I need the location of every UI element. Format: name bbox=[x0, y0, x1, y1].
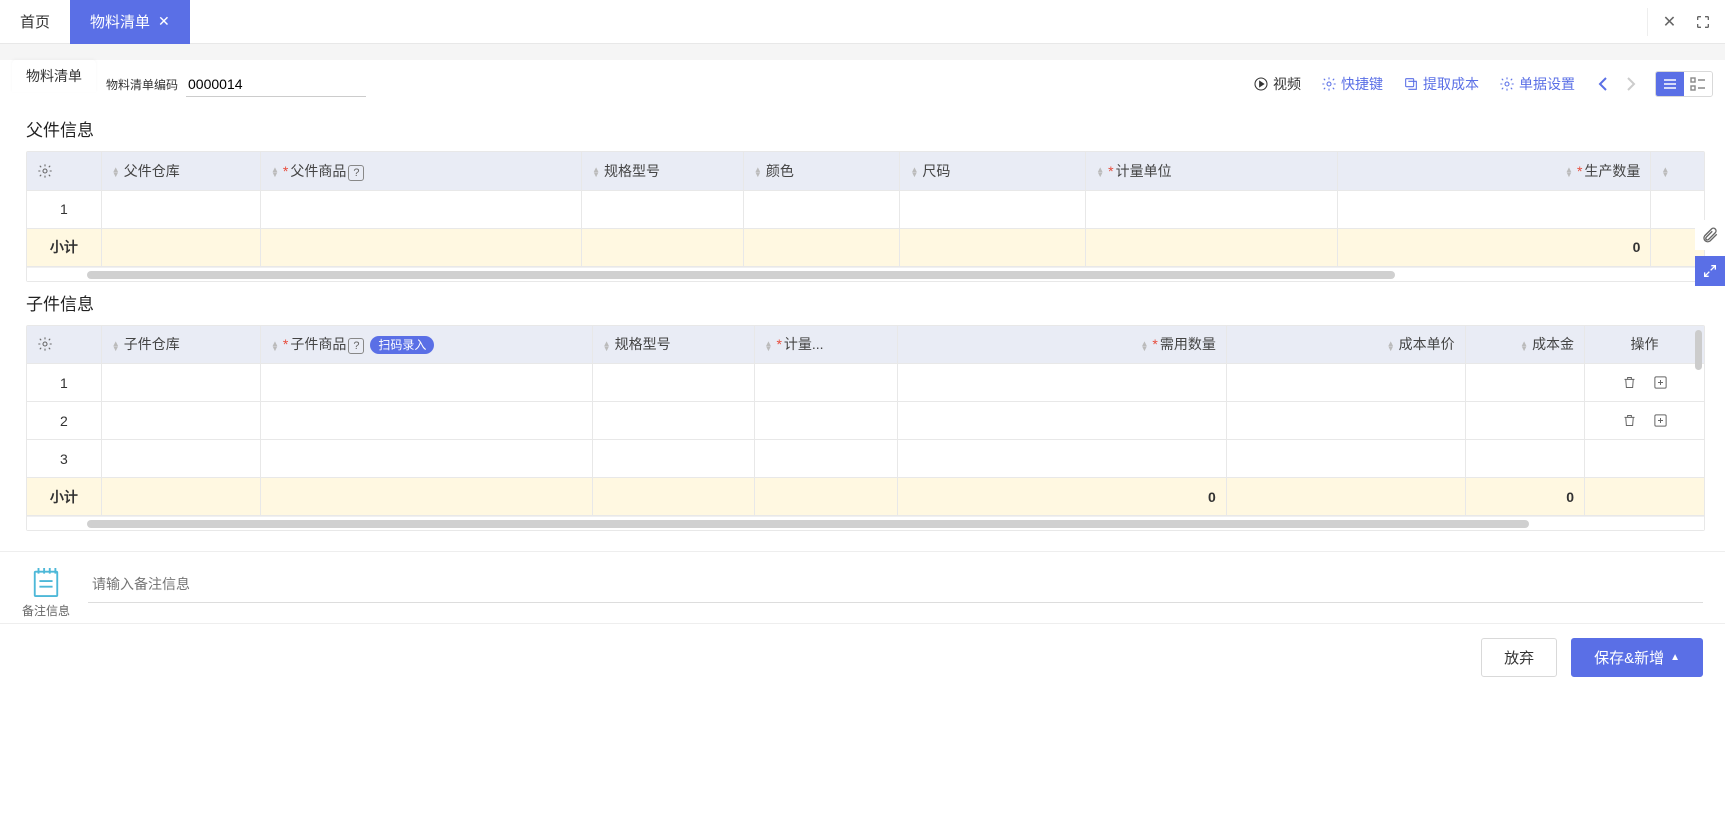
child-section-title: 子件信息 bbox=[26, 282, 1705, 325]
child-col-op: 操作 bbox=[1585, 326, 1704, 364]
page-title: 物料清单 bbox=[12, 60, 96, 92]
sort-icon: ▲▼ bbox=[1387, 341, 1395, 351]
child-col-costprice[interactable]: ▲▼成本单价 bbox=[1226, 326, 1465, 364]
close-icon[interactable]: ✕ bbox=[158, 13, 170, 30]
parent-subtotal-row: 小计 0 bbox=[27, 228, 1704, 266]
table-row[interactable]: 2 bbox=[27, 402, 1704, 440]
child-table: ▲▼子件仓库 ▲▼*子件商品?扫码录入 ▲▼规格型号 ▲▼*计量... ▲▼*需… bbox=[26, 325, 1705, 532]
sort-icon: ▲▼ bbox=[910, 167, 918, 177]
parent-col-spec[interactable]: ▲▼规格型号 bbox=[582, 152, 744, 190]
bom-code-input[interactable] bbox=[186, 72, 366, 97]
prev-record-button[interactable] bbox=[1593, 74, 1613, 94]
list-view-button[interactable] bbox=[1656, 72, 1684, 96]
bom-code-label: 物料清单编码 bbox=[106, 76, 178, 93]
gear-icon bbox=[37, 336, 53, 352]
child-col-product[interactable]: ▲▼*子件商品?扫码录入 bbox=[261, 326, 593, 364]
expand-button[interactable] bbox=[1695, 256, 1725, 286]
gear-icon bbox=[1321, 76, 1337, 92]
right-rail bbox=[1695, 220, 1725, 286]
save-add-button[interactable]: 保存&新增 ▲ bbox=[1571, 638, 1703, 677]
parent-col-unit[interactable]: ▲▼*计量单位 bbox=[1086, 152, 1338, 190]
child-col-costamt[interactable]: ▲▼成本金 bbox=[1465, 326, 1584, 364]
sort-icon: ▲▼ bbox=[754, 167, 762, 177]
parent-table: ▲▼父件仓库 ▲▼*父件商品? ▲▼规格型号 ▲▼颜色 ▲▼尺码 ▲▼*计量单位… bbox=[26, 151, 1705, 282]
next-record-button[interactable] bbox=[1621, 74, 1641, 94]
tabs-bar: 首页 物料清单 ✕ ✕ bbox=[0, 0, 1725, 44]
help-icon[interactable]: ? bbox=[348, 165, 364, 181]
sort-icon: ▲▼ bbox=[1140, 341, 1148, 351]
child-vscroll[interactable] bbox=[1695, 330, 1702, 370]
play-icon bbox=[1253, 76, 1269, 92]
parent-col-extra[interactable]: ▲▼ bbox=[1651, 152, 1704, 190]
chevron-up-icon: ▲ bbox=[1670, 652, 1680, 663]
parent-col-warehouse[interactable]: ▲▼父件仓库 bbox=[101, 152, 260, 190]
parent-col-color[interactable]: ▲▼颜色 bbox=[743, 152, 900, 190]
doc-settings-link[interactable]: 单据设置 bbox=[1499, 74, 1575, 94]
parent-col-size[interactable]: ▲▼尺码 bbox=[900, 152, 1086, 190]
child-col-warehouse[interactable]: ▲▼子件仓库 bbox=[101, 326, 260, 364]
sort-icon: ▲▼ bbox=[271, 341, 279, 351]
extract-cost-link[interactable]: 提取成本 bbox=[1403, 74, 1479, 94]
child-col-needqty[interactable]: ▲▼*需用数量 bbox=[897, 326, 1226, 364]
remarks-input[interactable] bbox=[88, 566, 1703, 603]
child-subtotal-row: 小计 0 0 bbox=[27, 478, 1704, 516]
notes-icon bbox=[31, 566, 61, 598]
parent-col-product[interactable]: ▲▼*父件商品? bbox=[261, 152, 582, 190]
tab-home[interactable]: 首页 bbox=[0, 0, 70, 44]
sort-icon: ▲▼ bbox=[603, 341, 611, 351]
action-bar: 放弃 保存&新增 ▲ bbox=[0, 623, 1725, 691]
add-row-icon[interactable] bbox=[1653, 413, 1668, 428]
help-icon[interactable]: ? bbox=[348, 338, 364, 354]
gear-icon bbox=[37, 163, 53, 179]
fullscreen-icon[interactable] bbox=[1689, 8, 1717, 36]
sort-icon: ▲▼ bbox=[765, 341, 773, 351]
add-row-icon[interactable] bbox=[1653, 375, 1668, 390]
delete-row-icon[interactable] bbox=[1622, 375, 1637, 390]
delete-row-icon[interactable] bbox=[1622, 413, 1637, 428]
table-row[interactable]: 3 bbox=[27, 440, 1704, 478]
parent-section-title: 父件信息 bbox=[26, 108, 1705, 151]
sort-icon: ▲▼ bbox=[1661, 167, 1669, 177]
gear-icon bbox=[1499, 76, 1515, 92]
sort-icon: ▲▼ bbox=[112, 167, 120, 177]
remarks-section: 备注信息 bbox=[0, 551, 1725, 623]
tab-bom-label: 物料清单 bbox=[90, 11, 150, 32]
child-gear-header[interactable] bbox=[27, 326, 101, 364]
sort-icon: ▲▼ bbox=[271, 167, 279, 177]
parent-col-qty[interactable]: ▲▼*生产数量 bbox=[1338, 152, 1651, 190]
child-col-unit[interactable]: ▲▼*计量... bbox=[754, 326, 897, 364]
discard-button[interactable]: 放弃 bbox=[1481, 638, 1557, 677]
header-toolbar: 物料清单 物料清单编码 视频 快捷键 提取成本 单据设置 bbox=[0, 60, 1725, 108]
scan-entry-badge[interactable]: 扫码录入 bbox=[370, 336, 434, 354]
parent-hscroll[interactable] bbox=[27, 267, 1704, 281]
sort-icon: ▲▼ bbox=[112, 341, 120, 351]
shortcut-link[interactable]: 快捷键 bbox=[1321, 74, 1383, 94]
video-link[interactable]: 视频 bbox=[1253, 74, 1301, 94]
child-col-spec[interactable]: ▲▼规格型号 bbox=[592, 326, 754, 364]
divider bbox=[0, 44, 1725, 60]
sort-icon: ▲▼ bbox=[1096, 167, 1104, 177]
card-view-button[interactable] bbox=[1684, 72, 1712, 96]
extract-icon bbox=[1403, 76, 1419, 92]
attachment-button[interactable] bbox=[1695, 220, 1725, 250]
sort-icon: ▲▼ bbox=[1565, 167, 1573, 177]
sort-icon: ▲▼ bbox=[1520, 341, 1528, 351]
view-toggle bbox=[1655, 71, 1713, 97]
child-hscroll[interactable] bbox=[27, 516, 1704, 530]
parent-gear-header[interactable] bbox=[27, 152, 101, 190]
table-row[interactable]: 1 bbox=[27, 364, 1704, 402]
close-all-icon[interactable]: ✕ bbox=[1647, 8, 1683, 36]
tab-bom[interactable]: 物料清单 ✕ bbox=[70, 0, 190, 44]
sort-icon: ▲▼ bbox=[592, 167, 600, 177]
table-row[interactable]: 1 bbox=[27, 190, 1704, 228]
